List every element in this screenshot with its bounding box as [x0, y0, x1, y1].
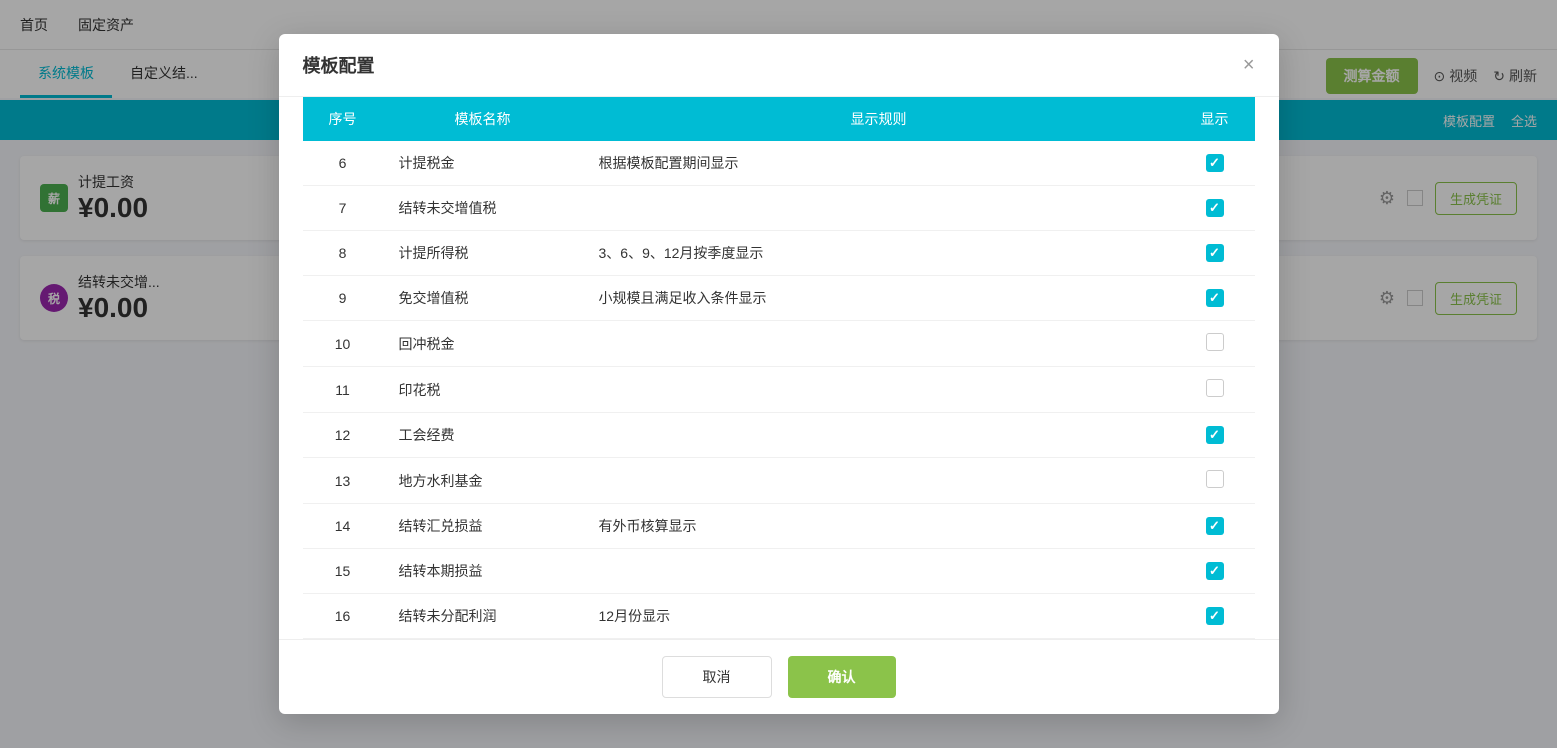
- config-table: 序号 模板名称 显示规则 显示 6计提税金根据模板配置期间显示7结转未交增值税8…: [303, 97, 1255, 639]
- modal-footer: 取消 确认: [279, 639, 1279, 714]
- cell-seq: 14: [303, 504, 383, 549]
- cell-rule: 3、6、9、12月按季度显示: [583, 231, 1175, 276]
- checkbox-checked[interactable]: [1206, 607, 1224, 625]
- checkbox-checked[interactable]: [1206, 562, 1224, 580]
- col-header-name: 模板名称: [383, 97, 583, 141]
- col-header-seq: 序号: [303, 97, 383, 141]
- cell-checkbox[interactable]: [1175, 549, 1255, 594]
- table-row: 8计提所得税3、6、9、12月按季度显示: [303, 231, 1255, 276]
- cell-rule: [583, 321, 1175, 367]
- cell-name: 结转未交增值税: [383, 186, 583, 231]
- checkbox-checked[interactable]: [1206, 199, 1224, 217]
- modal-overlay: 模板配置 × 序号 模板名称 显示规则 显示 6计提税金根据模板配置期间显示7结…: [0, 0, 1557, 748]
- cell-name: 免交增值税: [383, 276, 583, 321]
- table-row: 12工会经费: [303, 413, 1255, 458]
- checkbox-checked[interactable]: [1206, 426, 1224, 444]
- cell-seq: 7: [303, 186, 383, 231]
- cell-seq: 16: [303, 594, 383, 639]
- checkbox-checked[interactable]: [1206, 244, 1224, 262]
- cell-rule: 小规模且满足收入条件显示: [583, 276, 1175, 321]
- cell-name: 印花税: [383, 367, 583, 413]
- cell-rule: 根据模板配置期间显示: [583, 141, 1175, 186]
- table-row: 13地方水利基金: [303, 458, 1255, 504]
- template-config-modal: 模板配置 × 序号 模板名称 显示规则 显示 6计提税金根据模板配置期间显示7结…: [279, 34, 1279, 714]
- cell-name: 计提所得税: [383, 231, 583, 276]
- modal-header: 模板配置 ×: [279, 34, 1279, 97]
- table-row: 16结转未分配利润12月份显示: [303, 594, 1255, 639]
- cell-name: 回冲税金: [383, 321, 583, 367]
- cell-rule: [583, 549, 1175, 594]
- cell-checkbox[interactable]: [1175, 186, 1255, 231]
- table-row: 6计提税金根据模板配置期间显示: [303, 141, 1255, 186]
- cell-seq: 12: [303, 413, 383, 458]
- table-row: 9免交增值税小规模且满足收入条件显示: [303, 276, 1255, 321]
- table-row: 10回冲税金: [303, 321, 1255, 367]
- modal-title: 模板配置: [303, 52, 375, 78]
- cell-checkbox[interactable]: [1175, 367, 1255, 413]
- cell-name: 结转汇兑损益: [383, 504, 583, 549]
- cell-checkbox[interactable]: [1175, 594, 1255, 639]
- cell-rule: [583, 413, 1175, 458]
- cancel-button[interactable]: 取消: [662, 656, 772, 698]
- cell-rule: 12月份显示: [583, 594, 1175, 639]
- checkbox-checked[interactable]: [1206, 154, 1224, 172]
- cell-seq: 13: [303, 458, 383, 504]
- cell-name: 结转未分配利润: [383, 594, 583, 639]
- checkbox-unchecked[interactable]: [1206, 333, 1224, 351]
- cell-checkbox[interactable]: [1175, 413, 1255, 458]
- modal-close-button[interactable]: ×: [1243, 55, 1255, 75]
- checkbox-unchecked[interactable]: [1206, 379, 1224, 397]
- cell-seq: 10: [303, 321, 383, 367]
- checkbox-checked[interactable]: [1206, 289, 1224, 307]
- cell-rule: [583, 458, 1175, 504]
- cell-seq: 9: [303, 276, 383, 321]
- cell-name: 地方水利基金: [383, 458, 583, 504]
- cell-seq: 6: [303, 141, 383, 186]
- cell-checkbox[interactable]: [1175, 141, 1255, 186]
- table-row: 14结转汇兑损益有外币核算显示: [303, 504, 1255, 549]
- cell-checkbox[interactable]: [1175, 321, 1255, 367]
- table-row: 11印花税: [303, 367, 1255, 413]
- cell-seq: 11: [303, 367, 383, 413]
- table-row: 7结转未交增值税: [303, 186, 1255, 231]
- cell-rule: [583, 186, 1175, 231]
- cell-seq: 15: [303, 549, 383, 594]
- cell-name: 工会经费: [383, 413, 583, 458]
- confirm-button[interactable]: 确认: [788, 656, 896, 698]
- table-row: 15结转本期损益: [303, 549, 1255, 594]
- cell-name: 结转本期损益: [383, 549, 583, 594]
- checkbox-checked[interactable]: [1206, 517, 1224, 535]
- col-header-rule: 显示规则: [583, 97, 1175, 141]
- checkbox-unchecked[interactable]: [1206, 470, 1224, 488]
- col-header-display: 显示: [1175, 97, 1255, 141]
- table-header-row: 序号 模板名称 显示规则 显示: [303, 97, 1255, 141]
- cell-name: 计提税金: [383, 141, 583, 186]
- cell-checkbox[interactable]: [1175, 504, 1255, 549]
- cell-checkbox[interactable]: [1175, 458, 1255, 504]
- cell-rule: [583, 367, 1175, 413]
- cell-seq: 8: [303, 231, 383, 276]
- cell-rule: 有外币核算显示: [583, 504, 1175, 549]
- cell-checkbox[interactable]: [1175, 231, 1255, 276]
- cell-checkbox[interactable]: [1175, 276, 1255, 321]
- modal-table-container: 序号 模板名称 显示规则 显示 6计提税金根据模板配置期间显示7结转未交增值税8…: [279, 97, 1279, 639]
